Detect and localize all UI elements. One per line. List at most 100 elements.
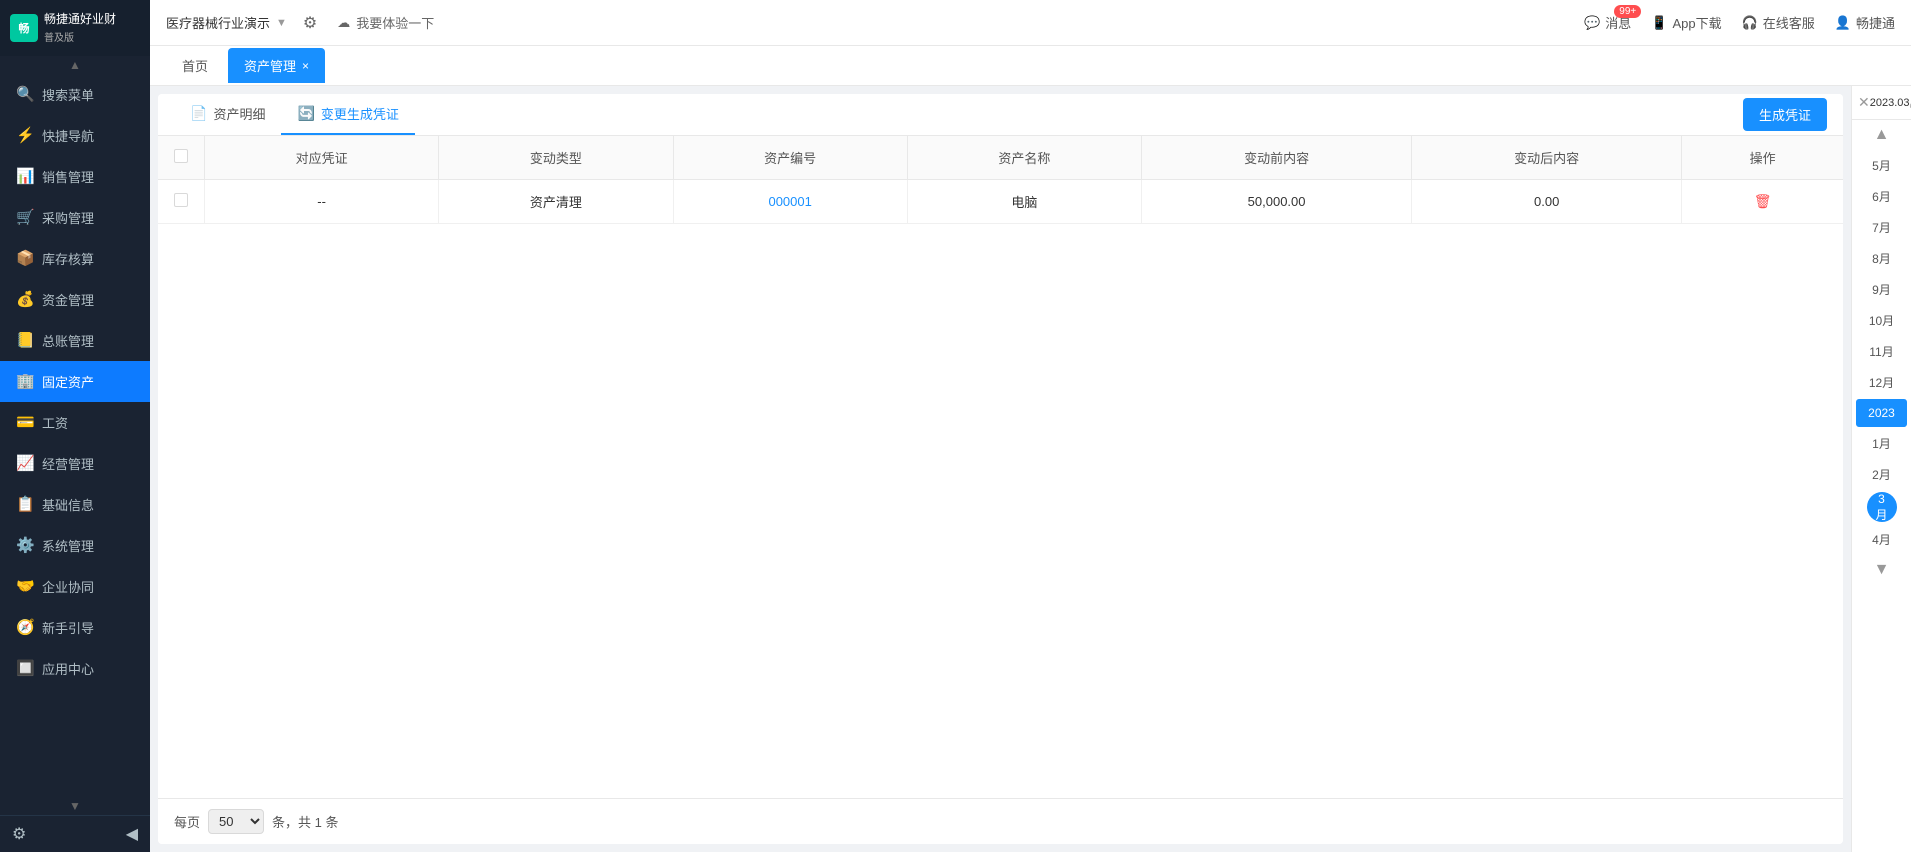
per-page-select[interactable]: 10 20 50 100 bbox=[208, 809, 264, 834]
col-asset-name: 资产名称 bbox=[907, 136, 1141, 180]
month-3-active[interactable]: 3月 bbox=[1867, 492, 1897, 522]
tabs-bar: 首页 资产管理 × bbox=[150, 46, 1911, 86]
col-voucher: 对应凭证 bbox=[205, 136, 439, 180]
month-12[interactable]: 12月 bbox=[1852, 367, 1911, 398]
purchase-nav-label: 采购管理 bbox=[42, 208, 94, 227]
row-checkbox[interactable] bbox=[174, 193, 188, 207]
guide-nav-label: 新手引导 bbox=[42, 618, 94, 637]
col-action: 操作 bbox=[1682, 136, 1843, 180]
fixed-assets-nav-label: 固定资产 bbox=[42, 372, 94, 391]
sidebar-item-app-center[interactable]: 🔲 应用中心 bbox=[0, 648, 150, 689]
row-voucher: -- bbox=[205, 180, 439, 224]
panel-nav-down[interactable]: ▼ bbox=[1852, 555, 1911, 585]
sidebar-item-search[interactable]: 🔍 搜索菜单 bbox=[0, 74, 150, 115]
main-table: 对应凭证 变动类型 资产编号 资产名称 变动前内容 变动后内容 操作 bbox=[158, 136, 1843, 224]
month-10[interactable]: 10月 bbox=[1852, 305, 1911, 336]
main-area: 医疗器械行业演示 ▼ ⚙ ☁ 我要体验一下 💬 消息 99+ 📱 App下载 🎧… bbox=[150, 0, 1911, 852]
system-nav-icon: ⚙️ bbox=[16, 536, 34, 554]
ledger-nav-icon: 📒 bbox=[16, 331, 34, 349]
month-1[interactable]: 1月 bbox=[1852, 428, 1911, 459]
sidebar-item-ledger[interactable]: 📒 总账管理 bbox=[0, 320, 150, 361]
month-2[interactable]: 2月 bbox=[1852, 459, 1911, 490]
logo-text: 畅捷通好业财 普及版 bbox=[44, 12, 116, 44]
sidebar-item-inventory[interactable]: 📦 库存核算 bbox=[0, 238, 150, 279]
app-center-nav-icon: 🔲 bbox=[16, 659, 34, 677]
sidebar-item-fixed-assets[interactable]: 🏢 固定资产 bbox=[0, 361, 150, 402]
sidebar-item-purchase[interactable]: 🛒 采购管理 bbox=[0, 197, 150, 238]
company-selector[interactable]: 医疗器械行业演示 ▼ bbox=[166, 13, 287, 32]
year-2023-label[interactable]: 2023 bbox=[1856, 399, 1907, 427]
row-change-type: 资产清理 bbox=[439, 180, 673, 224]
topbar-settings-icon[interactable]: ⚙ bbox=[303, 13, 317, 33]
sidebar-item-enterprise[interactable]: 🤝 企业协同 bbox=[0, 566, 150, 607]
month-9[interactable]: 9月 bbox=[1852, 274, 1911, 305]
month-6[interactable]: 6月 bbox=[1852, 181, 1911, 212]
app-download-button[interactable]: 📱 App下载 bbox=[1651, 13, 1721, 32]
sidebar-item-basic-info[interactable]: 📋 基础信息 bbox=[0, 484, 150, 525]
fund-nav-label: 资金管理 bbox=[42, 290, 94, 309]
tab-home[interactable]: 首页 bbox=[166, 48, 224, 83]
messages-button[interactable]: 💬 消息 99+ bbox=[1584, 13, 1631, 32]
tab-asset-management[interactable]: 资产管理 × bbox=[228, 48, 325, 83]
month-5[interactable]: 5月 bbox=[1852, 150, 1911, 181]
online-service-button[interactable]: 🎧 在线客服 bbox=[1742, 13, 1815, 32]
header-checkbox[interactable] bbox=[174, 149, 188, 163]
online-service-label: 在线客服 bbox=[1763, 13, 1815, 32]
app-center-nav-label: 应用中心 bbox=[42, 659, 94, 678]
month-7[interactable]: 7月 bbox=[1852, 212, 1911, 243]
tab-asset-label: 资产管理 bbox=[244, 56, 296, 75]
month-4[interactable]: 4月 bbox=[1852, 524, 1911, 555]
user-button[interactable]: 👤 畅捷通 bbox=[1835, 13, 1895, 32]
change-voucher-label: 变更生成凭证 bbox=[321, 104, 399, 123]
topbar-right: 💬 消息 99+ 📱 App下载 🎧 在线客服 👤 畅捷通 bbox=[1584, 13, 1895, 32]
table-header-row: 对应凭证 变动类型 资产编号 资产名称 变动前内容 变动后内容 操作 bbox=[158, 136, 1843, 180]
sidebar-collapse-icon[interactable]: ◀ bbox=[126, 824, 138, 844]
fixed-assets-nav-icon: 🏢 bbox=[16, 372, 34, 390]
operations-nav-icon: 📈 bbox=[16, 454, 34, 472]
generate-voucher-button[interactable]: 生成凭证 bbox=[1743, 98, 1827, 131]
table-container: 对应凭证 变动类型 资产编号 资产名称 变动前内容 变动后内容 操作 bbox=[158, 136, 1843, 798]
sub-tab-change-voucher[interactable]: 🔄 变更生成凭证 bbox=[281, 94, 414, 135]
table-body: -- 资产清理 000001 电脑 50,000.00 0.00 🗑 bbox=[158, 180, 1843, 224]
year-months-list: ▲ 5月 6月 7月 8月 9月 10月 11月 12月 2023 1月 2月 … bbox=[1852, 120, 1911, 852]
month-11[interactable]: 11月 bbox=[1852, 336, 1911, 367]
experience-cloud-icon: ☁ bbox=[337, 15, 350, 31]
sidebar: 畅 畅捷通好业财 普及版 ▲ 🔍 搜索菜单 ⚡ 快捷导航 📊 销售管理 🛒 采购… bbox=[0, 0, 150, 852]
sales-nav-icon: 📊 bbox=[16, 167, 34, 185]
sidebar-item-fund[interactable]: 💰 资金管理 bbox=[0, 279, 150, 320]
sidebar-scroll-up[interactable]: ▲ bbox=[0, 56, 150, 74]
right-panel: ✕ 2023.03 ⤢ ▲ 5月 6月 7月 8月 9月 10月 11月 12月… bbox=[1851, 86, 1911, 852]
sidebar-settings-icon[interactable]: ⚙ bbox=[12, 824, 26, 844]
panel-nav-up[interactable]: ▲ bbox=[1852, 120, 1911, 150]
topbar: 医疗器械行业演示 ▼ ⚙ ☁ 我要体验一下 💬 消息 99+ 📱 App下载 🎧… bbox=[150, 0, 1911, 46]
purchase-nav-icon: 🛒 bbox=[16, 208, 34, 226]
payroll-nav-label: 工资 bbox=[42, 413, 68, 432]
tab-close-icon[interactable]: × bbox=[302, 59, 309, 73]
col-checkbox bbox=[158, 136, 205, 180]
col-change-type: 变动类型 bbox=[439, 136, 673, 180]
sub-tab-asset-detail[interactable]: 📄 资产明细 bbox=[174, 94, 281, 135]
delete-row-icon[interactable]: 🗑 bbox=[1754, 193, 1772, 209]
experience-button[interactable]: ☁ 我要体验一下 bbox=[337, 13, 434, 32]
guide-nav-icon: 🧭 bbox=[16, 618, 34, 636]
sidebar-item-guide[interactable]: 🧭 新手引导 bbox=[0, 607, 150, 648]
sidebar-scroll-down[interactable]: ▼ bbox=[0, 797, 150, 815]
sidebar-item-system[interactable]: ⚙️ 系统管理 bbox=[0, 525, 150, 566]
online-service-icon: 🎧 bbox=[1742, 15, 1758, 31]
row-before-content: 50,000.00 bbox=[1142, 180, 1412, 224]
total-text: 条，共 1 条 bbox=[272, 812, 338, 831]
sidebar-item-quick-nav[interactable]: ⚡ 快捷导航 bbox=[0, 115, 150, 156]
experience-label: 我要体验一下 bbox=[356, 13, 434, 32]
sidebar-item-payroll[interactable]: 💳 工资 bbox=[0, 402, 150, 443]
row-asset-no[interactable]: 000001 bbox=[673, 180, 907, 224]
system-nav-label: 系统管理 bbox=[42, 536, 94, 555]
sidebar-nav: 🔍 搜索菜单 ⚡ 快捷导航 📊 销售管理 🛒 采购管理 📦 库存核算 💰 资金管… bbox=[0, 74, 150, 797]
right-panel-close-icon[interactable]: ✕ bbox=[1858, 94, 1870, 111]
month-8[interactable]: 8月 bbox=[1852, 243, 1911, 274]
sales-nav-label: 销售管理 bbox=[42, 167, 94, 186]
payroll-nav-icon: 💳 bbox=[16, 413, 34, 431]
fund-nav-icon: 💰 bbox=[16, 290, 34, 308]
sidebar-item-operations[interactable]: 📈 经营管理 bbox=[0, 443, 150, 484]
sidebar-item-sales[interactable]: 📊 销售管理 bbox=[0, 156, 150, 197]
table-row: -- 资产清理 000001 电脑 50,000.00 0.00 🗑 bbox=[158, 180, 1843, 224]
